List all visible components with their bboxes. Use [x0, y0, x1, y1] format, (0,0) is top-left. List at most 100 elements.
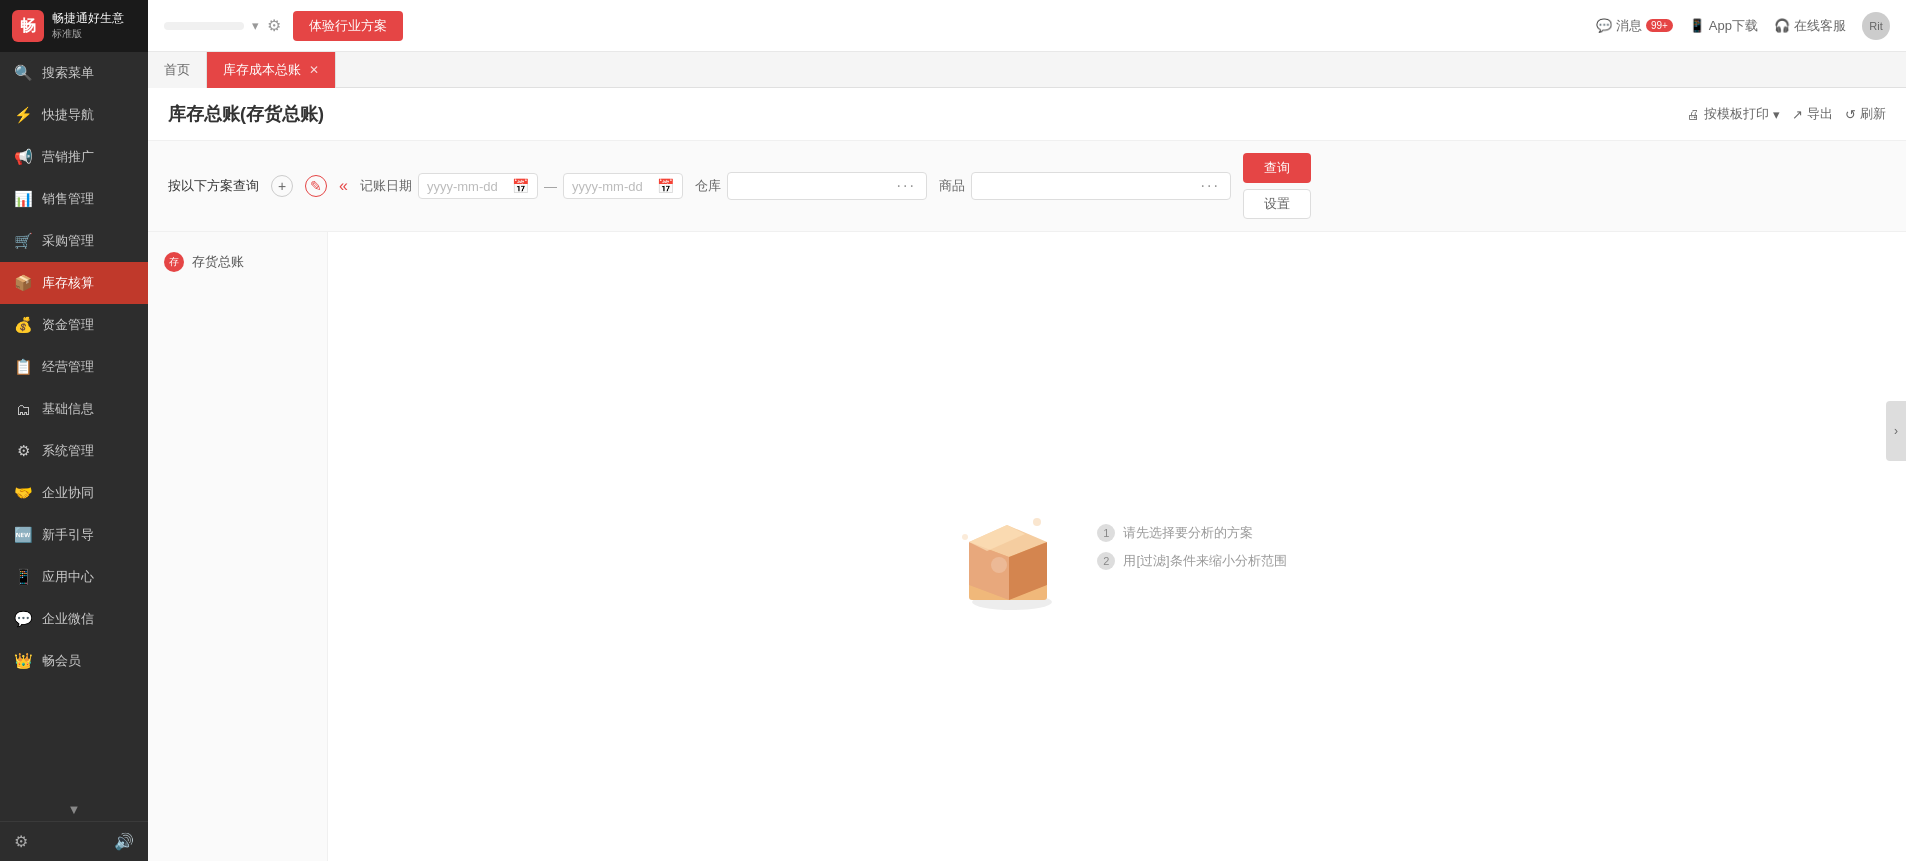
quick-nav-icon: ⚡: [14, 106, 32, 124]
sidebar-item-label-apps: 应用中心: [42, 568, 134, 586]
export-btn[interactable]: ↗ 导出: [1792, 105, 1833, 123]
page-content: 库存总账(存货总账) 🖨 按模板打印 ▾ ↗ 导出 ↺ 刷新 按以下方案查询: [148, 88, 1906, 861]
industry-btn[interactable]: 体验行业方案: [293, 11, 403, 41]
svg-point-8: [962, 534, 968, 540]
warehouse-input[interactable]: ···: [727, 172, 927, 200]
topbar-gear-icon[interactable]: ⚙: [267, 16, 281, 35]
tab-inventory-ledger[interactable]: 库存成本总账 ✕: [207, 52, 336, 88]
sidebar-item-label-sales: 销售管理: [42, 190, 134, 208]
side-panel-item-inventory[interactable]: 存 存货总账: [148, 242, 327, 282]
sidebar-item-member[interactable]: 👑 畅会员: [0, 640, 148, 682]
sidebar-item-purchase[interactable]: 🛒 采购管理: [0, 220, 148, 262]
refresh-icon: ↺: [1845, 107, 1856, 122]
sidebar-item-inventory[interactable]: 📦 库存核算: [0, 262, 148, 304]
filter-collapse-btn[interactable]: «: [339, 177, 348, 195]
user-avatar[interactable]: Rit: [1862, 12, 1890, 40]
sidebar-item-quick-nav[interactable]: ⚡ 快捷导航: [0, 94, 148, 136]
sidebar-logo: 畅 畅捷通好生意 标准版: [0, 0, 148, 52]
goods-filter-field: 商品 ···: [939, 172, 1231, 200]
logo-icon: 畅: [12, 10, 44, 42]
tab-home[interactable]: 首页: [148, 52, 207, 88]
svg-point-7: [1033, 518, 1041, 526]
sidebar-item-label-enterprise: 企业协同: [42, 484, 134, 502]
svg-point-6: [991, 557, 1007, 573]
sidebar-item-operations[interactable]: 📋 经营管理: [0, 346, 148, 388]
date-label: 记账日期: [360, 177, 412, 195]
logo-text-block: 畅捷通好生意 标准版: [52, 11, 124, 41]
basic-icon: 🗂: [14, 401, 32, 418]
empty-hint-2: 2 用[过滤]条件来缩小分析范围: [1097, 552, 1286, 570]
refresh-btn[interactable]: ↺ 刷新: [1845, 105, 1886, 123]
goods-label: 商品: [939, 177, 965, 195]
sidebar-item-basic[interactable]: 🗂 基础信息: [0, 388, 148, 430]
topbar: ▾ ⚙ 体验行业方案 💬 消息 99+ 📱 App下载 🎧 在线客服 Rit: [148, 0, 1906, 52]
sidebar-item-system[interactable]: ⚙ 系统管理: [0, 430, 148, 472]
app-download-label: App下载: [1709, 17, 1758, 35]
sidebar-footer: ⚙ 🔊: [0, 821, 148, 861]
date-end-input[interactable]: yyyy-mm-dd 📅: [563, 173, 683, 199]
sidebar-nav: 🔍 搜索菜单 ⚡ 快捷导航 📢 营销推广 📊 销售管理 🛒 采购管理 📦 库存核…: [0, 52, 148, 798]
page-actions: 🖨 按模板打印 ▾ ↗ 导出 ↺ 刷新: [1687, 105, 1886, 123]
right-panel-handle[interactable]: ›: [1886, 401, 1906, 461]
hint-num-1: 1: [1097, 524, 1115, 542]
sidebar-item-label-operations: 经营管理: [42, 358, 134, 376]
page-title: 库存总账(存货总账): [168, 102, 324, 126]
page-header: 库存总账(存货总账) 🖨 按模板打印 ▾ ↗ 导出 ↺ 刷新: [148, 88, 1906, 141]
sidebar-item-apps[interactable]: 📱 应用中心: [0, 556, 148, 598]
print-dropdown-icon: ▾: [1773, 107, 1780, 122]
filter-bar: 按以下方案查询 + ✎ « 记账日期 yyyy-mm-dd 📅 — yyyy-m…: [148, 141, 1906, 232]
print-label: 按模板打印: [1704, 105, 1769, 123]
sidebar-item-label-inventory: 库存核算: [42, 274, 134, 292]
sidebar-scroll-down[interactable]: ▼: [0, 798, 148, 821]
sidebar-item-search[interactable]: 🔍 搜索菜单: [0, 52, 148, 94]
main-content: 1 请先选择要分析的方案 2 用[过滤]条件来缩小分析范围: [328, 232, 1906, 861]
tab-close-icon[interactable]: ✕: [309, 63, 319, 77]
sidebar-item-label-marketing: 营销推广: [42, 148, 134, 166]
sidebar-item-sales[interactable]: 📊 销售管理: [0, 178, 148, 220]
operations-icon: 📋: [14, 358, 32, 376]
sidebar-item-label-quick-nav: 快捷导航: [42, 106, 134, 124]
topbar-dropdown-icon[interactable]: ▾: [252, 18, 259, 33]
print-btn[interactable]: 🖨 按模板打印 ▾: [1687, 105, 1780, 123]
warehouse-label: 仓库: [695, 177, 721, 195]
goods-input[interactable]: ···: [971, 172, 1231, 200]
warehouse-filter-field: 仓库 ···: [695, 172, 927, 200]
sidebar-item-enterprise[interactable]: 🤝 企业协同: [0, 472, 148, 514]
online-service-item[interactable]: 🎧 在线客服: [1774, 17, 1846, 35]
sidebar-item-label-finance: 资金管理: [42, 316, 134, 334]
filter-add-btn[interactable]: +: [271, 175, 293, 197]
warehouse-more-icon: ···: [897, 177, 916, 195]
query-btn[interactable]: 查询: [1243, 153, 1311, 183]
tab-inventory-ledger-label: 库存成本总账: [223, 61, 301, 79]
main-area: ▾ ⚙ 体验行业方案 💬 消息 99+ 📱 App下载 🎧 在线客服 Rit: [148, 0, 1906, 861]
app-download-item[interactable]: 📱 App下载: [1689, 17, 1758, 35]
member-icon: 👑: [14, 652, 32, 670]
speaker-icon[interactable]: 🔊: [114, 832, 134, 851]
system-icon: ⚙: [14, 442, 32, 460]
date-start-input[interactable]: yyyy-mm-dd 📅: [418, 173, 538, 199]
tabbar: 首页 库存成本总账 ✕: [148, 52, 1906, 88]
filter-edit-btn[interactable]: ✎: [305, 175, 327, 197]
topbar-left: ▾ ⚙ 体验行业方案: [164, 11, 1596, 41]
inventory-icon: 📦: [14, 274, 32, 292]
sidebar-item-guide[interactable]: 🆕 新手引导: [0, 514, 148, 556]
sidebar-item-finance[interactable]: 💰 资金管理: [0, 304, 148, 346]
topbar-right: 💬 消息 99+ 📱 App下载 🎧 在线客服 Rit: [1596, 12, 1890, 40]
export-label: 导出: [1807, 105, 1833, 123]
settings-btn[interactable]: 设置: [1243, 189, 1311, 219]
sidebar-item-wechat[interactable]: 💬 企业微信: [0, 598, 148, 640]
sidebar-item-marketing[interactable]: 📢 营销推广: [0, 136, 148, 178]
settings-footer-icon[interactable]: ⚙: [14, 832, 28, 851]
app-badge: 标准版: [52, 27, 124, 41]
sidebar-item-label-basic: 基础信息: [42, 400, 134, 418]
inventory-ledger-label: 存货总账: [192, 253, 244, 271]
messages-badge: 99+: [1646, 19, 1673, 32]
messages-item[interactable]: 💬 消息 99+: [1596, 17, 1673, 35]
date-filter-field: 记账日期 yyyy-mm-dd 📅 — yyyy-mm-dd 📅: [360, 173, 683, 199]
inventory-ledger-icon: 存: [164, 252, 184, 272]
goods-more-icon: ···: [1201, 177, 1220, 195]
empty-hint-1: 1 请先选择要分析的方案: [1097, 524, 1286, 542]
sidebar-item-label-guide: 新手引导: [42, 526, 134, 544]
app-name: 畅捷通好生意: [52, 11, 124, 27]
filter-label: 按以下方案查询: [168, 177, 259, 195]
